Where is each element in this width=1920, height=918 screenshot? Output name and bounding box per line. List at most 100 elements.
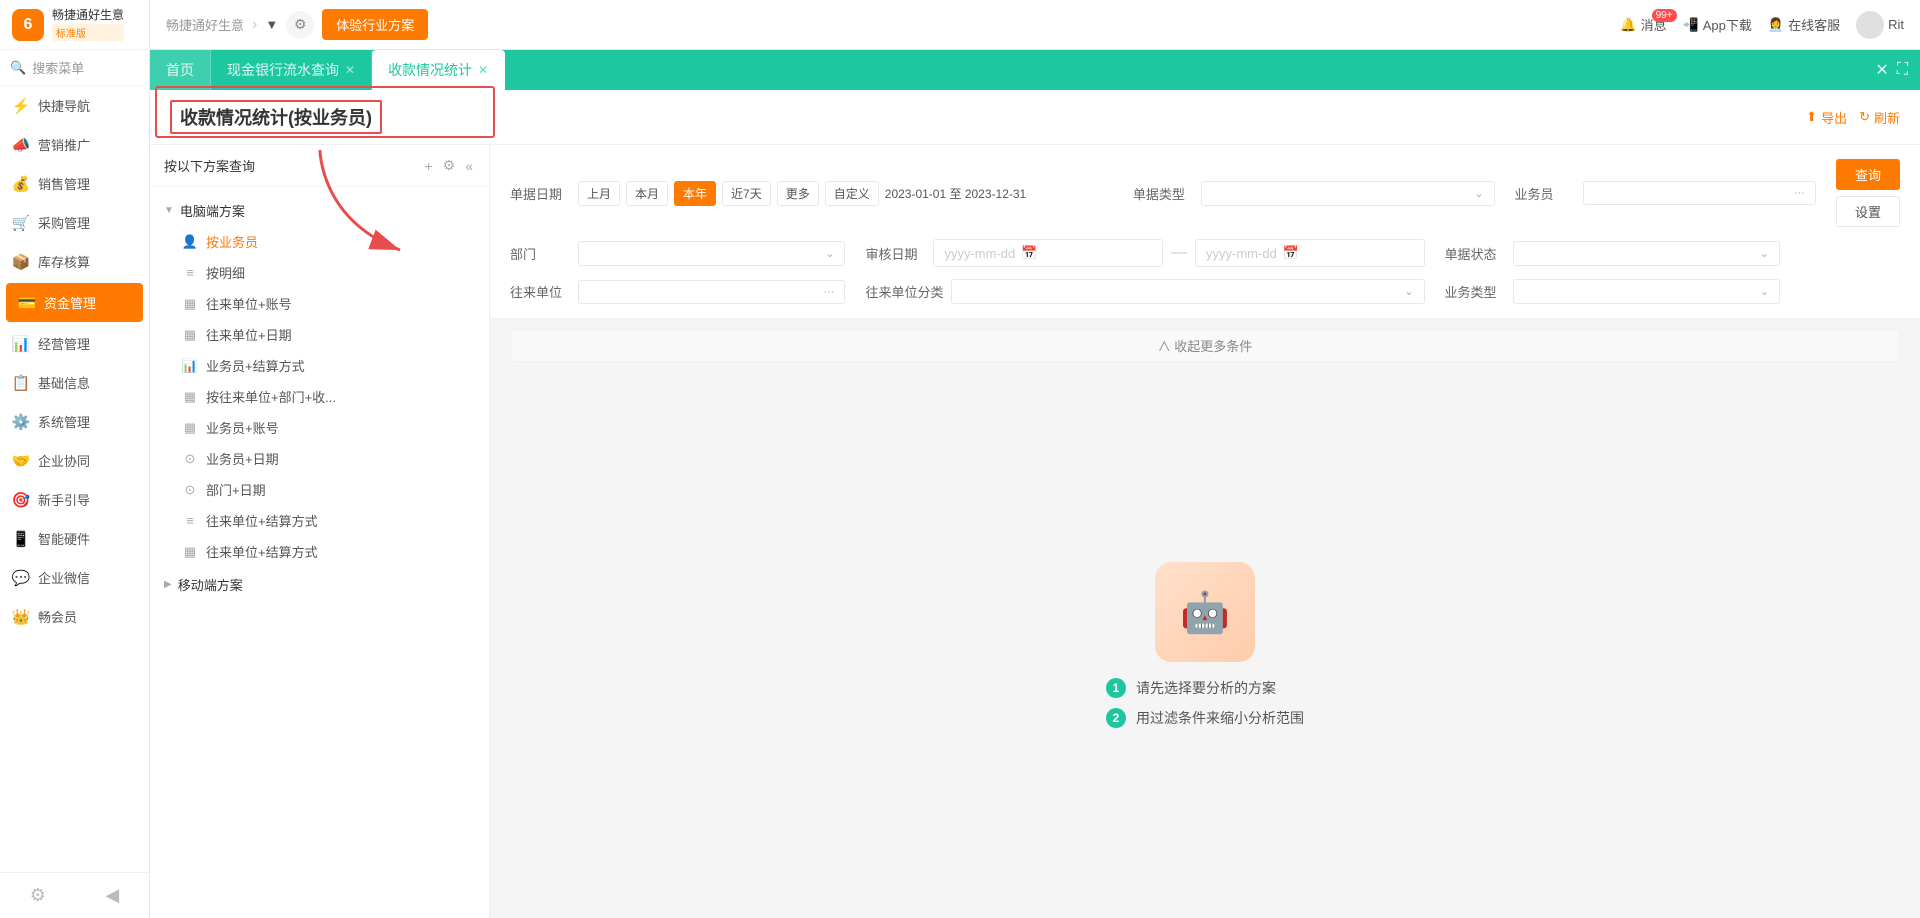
tree-item-counterparty-date[interactable]: ▦ 往来单位+日期 bbox=[150, 319, 489, 350]
sidebar-item-hardware[interactable]: 📱 智能硬件 bbox=[0, 519, 149, 558]
tree-item-by-salesperson[interactable]: 👤 按业务员 bbox=[150, 226, 489, 257]
salesperson-settlement-icon: 📊 bbox=[182, 358, 198, 374]
tab-home[interactable]: 首页 bbox=[150, 50, 211, 90]
refresh-btn[interactable]: ↻ 刷新 bbox=[1859, 108, 1900, 127]
tree-group-desktop-header[interactable]: ▼ 电脑端方案 bbox=[150, 195, 489, 226]
sidebar-item-wechat[interactable]: 💬 企业微信 bbox=[0, 558, 149, 597]
date-more[interactable]: 更多 bbox=[777, 181, 819, 206]
tab-receipt-stats-close[interactable]: ✕ bbox=[478, 63, 488, 77]
tree-item-salesperson-settlement[interactable]: 📊 业务员+结算方式 bbox=[150, 350, 489, 381]
query-btn[interactable]: 查询 bbox=[1836, 159, 1900, 190]
counterparty-category-select[interactable]: ⌄ bbox=[951, 279, 1424, 304]
filter-doc-type: 单据类型 ⌄ bbox=[1133, 181, 1495, 206]
tree-item-counterparty-account[interactable]: ▦ 往来单位+账号 bbox=[150, 288, 489, 319]
tree-group-arrow: ▼ bbox=[164, 205, 174, 216]
sidebar-item-enterprise[interactable]: 🤝 企业协同 bbox=[0, 441, 149, 480]
counterparty-settlement1-icon: ≡ bbox=[182, 513, 198, 529]
app-download-btn[interactable]: 📲 App下载 bbox=[1683, 15, 1752, 34]
sidebar-item-operations[interactable]: 📊 经营管理 bbox=[0, 324, 149, 363]
step-1-num: 1 bbox=[1106, 678, 1126, 698]
main-content: 畅捷通好生意 › ▼ ⚙ 体验行业方案 🔔 消息 99+ 📲 App下载 👩‍💼… bbox=[150, 0, 1920, 918]
setting-btn[interactable]: 设置 bbox=[1836, 196, 1900, 227]
date-dash: — bbox=[1171, 244, 1187, 262]
messages-badge: 99+ bbox=[1652, 9, 1677, 22]
sidebar-bottom: ⚙ ◀ bbox=[0, 872, 149, 918]
vip-icon: 👑 bbox=[12, 608, 30, 626]
header-dropdown[interactable]: ▼ bbox=[265, 17, 278, 32]
tree-item-dept-date[interactable]: ⊙ 部门+日期 bbox=[150, 474, 489, 505]
operations-icon: 📊 bbox=[12, 335, 30, 353]
online-service-btn[interactable]: 👩‍💼 在线客服 bbox=[1768, 15, 1840, 34]
sidebar-logo: 6 畅捷通好生意 标准版 bbox=[0, 0, 149, 50]
panel-collapse-btn[interactable]: « bbox=[463, 156, 475, 176]
page-content: 收款情况统计(按业务员) ⬆ 导出 ↻ 刷新 按以下方案查询 + bbox=[150, 90, 1920, 918]
panel-add-btn[interactable]: + bbox=[422, 156, 434, 176]
date-custom[interactable]: 自定义 bbox=[825, 181, 879, 206]
salesperson-select[interactable]: ··· bbox=[1583, 181, 1816, 205]
tab-receipt-stats[interactable]: 收款情况统计 ✕ bbox=[372, 50, 505, 90]
tree-item-salesperson-date[interactable]: ⊙ 业务员+日期 bbox=[150, 443, 489, 474]
sidebar-item-sales[interactable]: 💰 销售管理 bbox=[0, 164, 149, 203]
collapse-more-bar[interactable]: ∧ 收起更多条件 bbox=[510, 329, 1900, 362]
user-avatar bbox=[1856, 11, 1884, 39]
date-range-display: 2023-01-01 至 2023-12-31 bbox=[885, 185, 1026, 202]
dept-select[interactable]: ⌄ bbox=[578, 241, 845, 266]
sidebar-settings-btn[interactable]: ⚙ bbox=[22, 881, 54, 910]
tab-bank-flow-close[interactable]: ✕ bbox=[345, 63, 355, 77]
header-settings-btn[interactable]: ⚙ bbox=[286, 11, 314, 39]
date-this-year[interactable]: 本年 bbox=[674, 181, 716, 206]
date-this-month[interactable]: 本月 bbox=[626, 181, 668, 206]
tree-item-counterparty-settlement2[interactable]: ▦ 往来单位+结算方式 bbox=[150, 536, 489, 567]
sidebar-collapse-btn[interactable]: ◀ bbox=[97, 881, 127, 910]
user-info[interactable]: Rit bbox=[1856, 11, 1904, 39]
sidebar-item-inventory[interactable]: 📦 库存核算 bbox=[0, 242, 149, 281]
header-arrow-icon: › bbox=[252, 16, 257, 34]
tree-item-by-detail[interactable]: ≡ 按明细 bbox=[150, 257, 489, 288]
review-date-start-input[interactable]: yyyy-mm-dd 📅 bbox=[933, 239, 1163, 267]
counterparty-category-label: 往来单位分类 bbox=[865, 282, 943, 301]
search-menu-item[interactable]: 🔍 搜索菜单 bbox=[0, 50, 149, 86]
empty-steps: 1 请先选择要分析的方案 2 用过滤条件来缩小分析范围 bbox=[1106, 678, 1304, 728]
sidebar-item-vip[interactable]: 👑 畅会员 bbox=[0, 597, 149, 636]
messages-btn[interactable]: 🔔 消息 99+ bbox=[1620, 15, 1666, 34]
tree-item-counterparty-settlement1[interactable]: ≡ 往来单位+结算方式 bbox=[150, 505, 489, 536]
tree-item-counterparty-dept[interactable]: ▦ 按往来单位+部门+收... bbox=[150, 381, 489, 412]
guide-icon: 🎯 bbox=[12, 491, 30, 509]
empty-step-1: 1 请先选择要分析的方案 bbox=[1106, 678, 1304, 698]
filter-review-date: 审核日期 yyyy-mm-dd 📅 — yyyy-mm-dd 📅 bbox=[865, 239, 1424, 267]
sidebar-item-basic[interactable]: 📋 基础信息 bbox=[0, 363, 149, 402]
filter-dept: 部门 ⌄ bbox=[510, 241, 845, 266]
empty-state: 🤖 1 请先选择要分析的方案 2 用过滤条件来缩小分析范围 bbox=[490, 372, 1920, 918]
page-actions: ⬆ 导出 ↻ 刷新 bbox=[1806, 108, 1900, 127]
trial-btn[interactable]: 体验行业方案 bbox=[322, 9, 428, 40]
review-date-end-input[interactable]: yyyy-mm-dd 📅 bbox=[1195, 239, 1425, 267]
date-last-7[interactable]: 近7天 bbox=[722, 181, 771, 206]
date-last-month[interactable]: 上月 bbox=[578, 181, 620, 206]
export-btn[interactable]: ⬆ 导出 bbox=[1806, 108, 1847, 127]
sidebar-item-purchase[interactable]: 🛒 采购管理 bbox=[0, 203, 149, 242]
tree-group-mobile-header[interactable]: ▶ 移动端方案 bbox=[150, 569, 489, 600]
review-date-label: 审核日期 bbox=[865, 244, 925, 263]
tab-bank-flow[interactable]: 现金银行流水查询 ✕ bbox=[211, 50, 372, 90]
sidebar-item-quick-nav[interactable]: ⚡ 快捷导航 bbox=[0, 86, 149, 125]
tree-item-salesperson-account[interactable]: ▦ 业务员+账号 bbox=[150, 412, 489, 443]
sidebar-item-finance[interactable]: 💳 资金管理 bbox=[6, 283, 143, 322]
tab-expand-btn[interactable]: ⛶ bbox=[1897, 61, 1908, 79]
basic-icon: 📋 bbox=[12, 374, 30, 392]
enterprise-icon: 🤝 bbox=[12, 452, 30, 470]
doc-status-select[interactable]: ⌄ bbox=[1513, 241, 1780, 266]
hardware-icon: 📱 bbox=[12, 530, 30, 548]
sidebar-item-system[interactable]: ⚙️ 系统管理 bbox=[0, 402, 149, 441]
sidebar-item-guide[interactable]: 🎯 新手引导 bbox=[0, 480, 149, 519]
panel-header: 按以下方案查询 + ⚙ « bbox=[150, 145, 489, 187]
counterparty-select[interactable]: ··· bbox=[578, 280, 845, 304]
export-icon: ⬆ bbox=[1806, 109, 1817, 125]
business-type-select[interactable]: ⌄ bbox=[1513, 279, 1780, 304]
sidebar-item-marketing[interactable]: 📣 营销推广 bbox=[0, 125, 149, 164]
salesperson-icon: 👤 bbox=[182, 234, 198, 250]
filter-business-type: 业务类型 ⌄ bbox=[1445, 279, 1780, 304]
finance-icon: 💳 bbox=[18, 294, 36, 312]
tab-close-all-btn[interactable]: ✕ bbox=[1875, 60, 1888, 80]
doc-type-select[interactable]: ⌄ bbox=[1201, 181, 1495, 206]
panel-settings-btn[interactable]: ⚙ bbox=[441, 155, 458, 176]
